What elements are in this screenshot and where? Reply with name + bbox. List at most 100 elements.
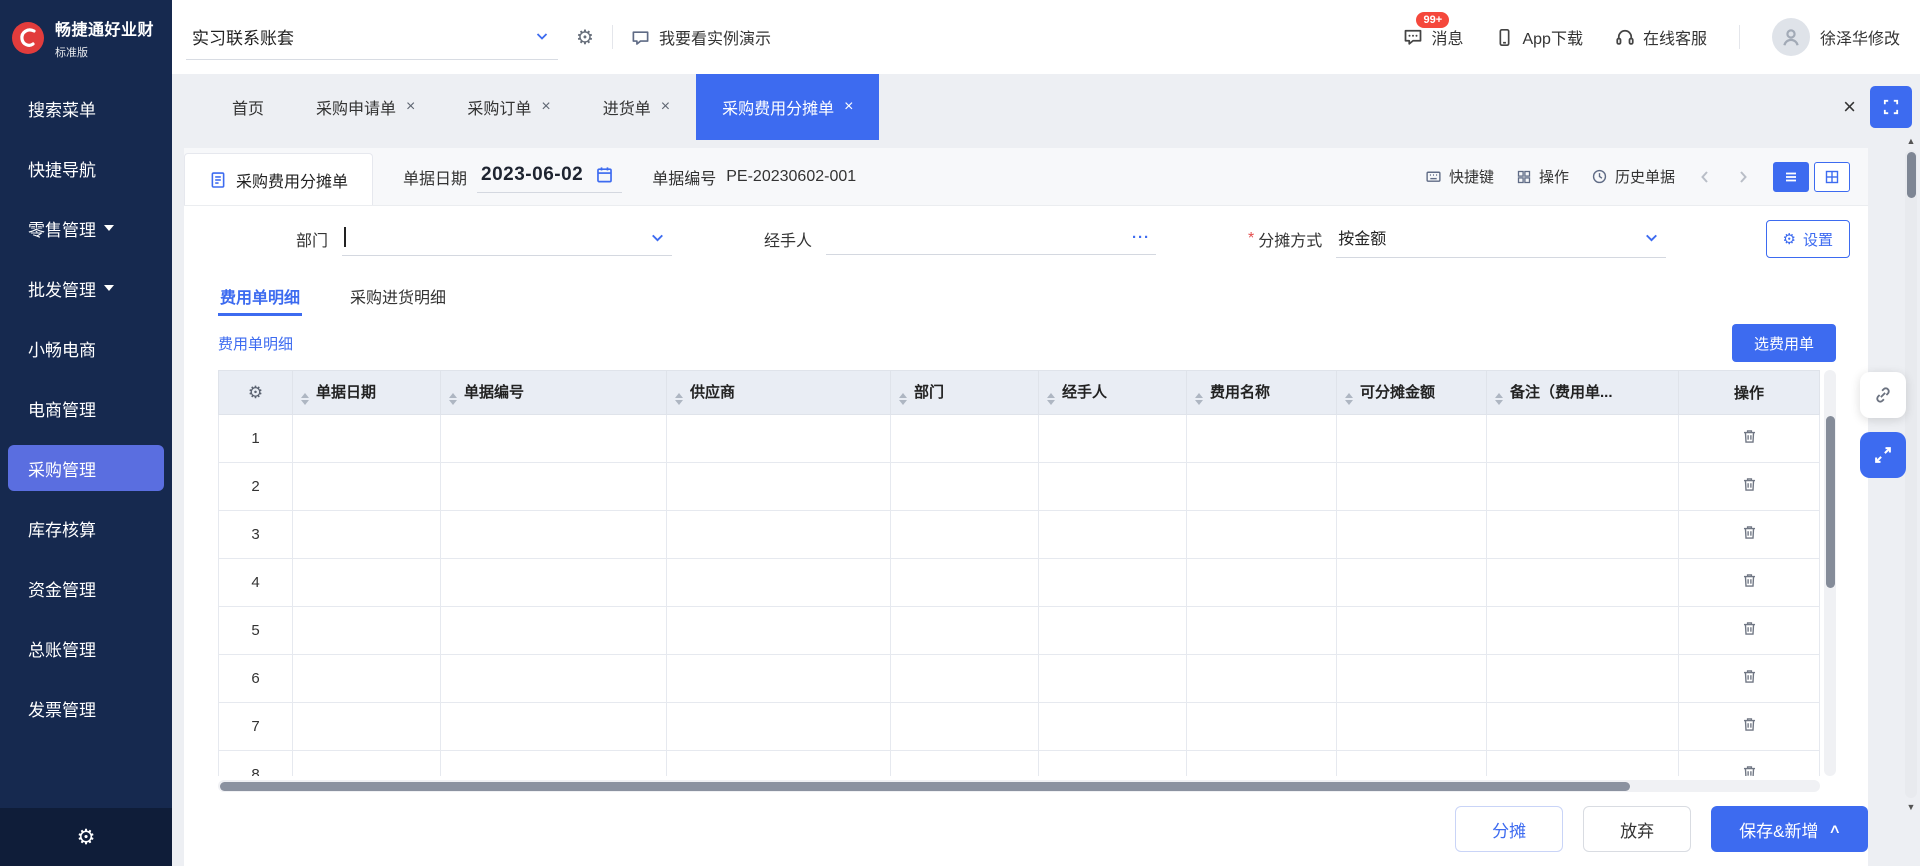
cell-fee-name[interactable] xyxy=(1186,654,1337,703)
table-vertical-scrollbar[interactable] xyxy=(1824,370,1836,776)
cell-handler[interactable] xyxy=(1038,750,1187,776)
settings-button[interactable]: ⚙ 设置 xyxy=(1765,220,1850,258)
cell-fee-name[interactable] xyxy=(1186,414,1337,463)
table-horizontal-scrollbar[interactable] xyxy=(218,780,1820,792)
history-button[interactable]: 历史单据 xyxy=(1591,166,1675,187)
table-row[interactable]: 3 xyxy=(218,510,1820,559)
demo-link[interactable]: 我要看实例演示 xyxy=(631,25,771,49)
cell-date[interactable] xyxy=(292,702,441,751)
sidebar-item-retail[interactable]: 零售管理 xyxy=(0,198,172,258)
cell-handler[interactable] xyxy=(1038,462,1187,511)
delete-row-button[interactable] xyxy=(1741,572,1758,589)
cell-handler[interactable] xyxy=(1038,654,1187,703)
cell-handler[interactable] xyxy=(1038,558,1187,607)
scroll-down-arrow[interactable]: ▼ xyxy=(1905,802,1917,812)
cell-fee-name[interactable] xyxy=(1186,558,1337,607)
handler-input[interactable]: ··· xyxy=(826,224,1157,255)
fee-detail-link[interactable]: 费用单明细 xyxy=(218,333,293,354)
tab-purchase-request[interactable]: 采购申请单 × xyxy=(290,74,441,140)
fullscreen-button[interactable] xyxy=(1870,86,1912,128)
table-row[interactable]: 8 xyxy=(218,750,1820,776)
cell-number[interactable] xyxy=(440,558,667,607)
cell-number[interactable] xyxy=(440,702,667,751)
app-download-button[interactable]: App下载 xyxy=(1495,25,1583,49)
cell-department[interactable] xyxy=(890,462,1039,511)
delete-row-button[interactable] xyxy=(1741,524,1758,541)
allocate-button[interactable]: 分摊 xyxy=(1455,806,1564,852)
cell-remark[interactable] xyxy=(1486,606,1679,655)
tab-purchase-fee-allocation[interactable]: 采购费用分摊单 × xyxy=(696,74,880,140)
sidebar-item-invoice[interactable]: 发票管理 xyxy=(0,678,172,738)
delete-row-button[interactable] xyxy=(1741,668,1758,685)
cell-fee-name[interactable] xyxy=(1186,702,1337,751)
cell-department[interactable] xyxy=(890,510,1039,559)
ellipsis-picker-icon[interactable]: ··· xyxy=(1132,229,1150,246)
cell-amount[interactable] xyxy=(1336,462,1487,511)
scrollbar-thumb[interactable] xyxy=(1825,416,1835,588)
scroll-up-arrow[interactable]: ▲ xyxy=(1905,136,1917,146)
link-tool-button[interactable] xyxy=(1860,372,1906,418)
cell-number[interactable] xyxy=(440,462,667,511)
cell-department[interactable] xyxy=(890,558,1039,607)
cell-handler[interactable] xyxy=(1038,510,1187,559)
close-icon[interactable]: × xyxy=(844,99,853,115)
cell-remark[interactable] xyxy=(1486,462,1679,511)
cell-supplier[interactable] xyxy=(666,414,891,463)
doc-title-tab[interactable]: 采购费用分摊单 xyxy=(184,153,374,205)
cell-date[interactable] xyxy=(292,750,441,776)
cell-amount[interactable] xyxy=(1336,654,1487,703)
discard-button[interactable]: 放弃 xyxy=(1583,806,1692,852)
cell-amount[interactable] xyxy=(1336,702,1487,751)
cell-supplier[interactable] xyxy=(666,558,891,607)
cell-handler[interactable] xyxy=(1038,702,1187,751)
cell-date[interactable] xyxy=(292,654,441,703)
cell-amount[interactable] xyxy=(1336,558,1487,607)
delete-row-button[interactable] xyxy=(1741,428,1758,445)
cell-number[interactable] xyxy=(440,414,667,463)
cell-supplier[interactable] xyxy=(666,702,891,751)
cell-supplier[interactable] xyxy=(666,750,891,776)
cell-department[interactable] xyxy=(890,654,1039,703)
sidebar-item-funds[interactable]: 资金管理 xyxy=(0,558,172,618)
table-row[interactable]: 2 xyxy=(218,462,1820,511)
cell-department[interactable] xyxy=(890,606,1039,655)
delete-row-button[interactable] xyxy=(1741,764,1758,776)
list-view-button[interactable] xyxy=(1773,161,1809,192)
cell-supplier[interactable] xyxy=(666,510,891,559)
operations-button[interactable]: 操作 xyxy=(1516,166,1569,187)
tab-goods-receipt[interactable]: 进货单 × xyxy=(577,74,696,140)
sidebar-item-inventory[interactable]: 库存核算 xyxy=(0,498,172,558)
cell-remark[interactable] xyxy=(1486,654,1679,703)
sidebar-item-ecommerce[interactable]: 电商管理 xyxy=(0,378,172,438)
shortcut-keys-button[interactable]: 快捷键 xyxy=(1425,166,1494,187)
cell-date[interactable] xyxy=(292,510,441,559)
user-menu[interactable]: 徐泽华修改 xyxy=(1771,18,1900,56)
cell-fee-name[interactable] xyxy=(1186,750,1337,776)
cell-supplier[interactable] xyxy=(666,606,891,655)
cell-remark[interactable] xyxy=(1486,414,1679,463)
cell-date[interactable] xyxy=(292,558,441,607)
cell-amount[interactable] xyxy=(1336,510,1487,559)
cell-amount[interactable] xyxy=(1336,414,1487,463)
cell-department[interactable] xyxy=(890,750,1039,776)
cell-fee-name[interactable] xyxy=(1186,510,1337,559)
cell-fee-name[interactable] xyxy=(1186,462,1337,511)
allocation-method-select[interactable]: 按金额 xyxy=(1336,220,1667,258)
cell-supplier[interactable] xyxy=(666,462,891,511)
settings-gear-button[interactable]: ⚙ xyxy=(576,25,594,50)
cell-handler[interactable] xyxy=(1038,414,1187,463)
tab-purchase-order[interactable]: 采购订单 × xyxy=(441,74,576,140)
scrollbar-thumb[interactable] xyxy=(1906,152,1916,198)
department-input[interactable] xyxy=(342,222,673,256)
table-row[interactable]: 7 xyxy=(218,702,1820,751)
detail-view-button[interactable] xyxy=(1814,161,1850,192)
cell-remark[interactable] xyxy=(1486,558,1679,607)
sidebar-settings-button[interactable]: ⚙ xyxy=(0,808,172,866)
sidebar-item-general-ledger[interactable]: 总账管理 xyxy=(0,618,172,678)
sidebar-item-wholesale[interactable]: 批发管理 xyxy=(0,258,172,318)
table-row[interactable]: 1 xyxy=(218,414,1820,463)
date-input[interactable]: 2023-06-02 xyxy=(477,161,623,193)
cell-department[interactable] xyxy=(890,414,1039,463)
tab-home[interactable]: 首页 xyxy=(206,74,290,140)
cell-amount[interactable] xyxy=(1336,750,1487,776)
